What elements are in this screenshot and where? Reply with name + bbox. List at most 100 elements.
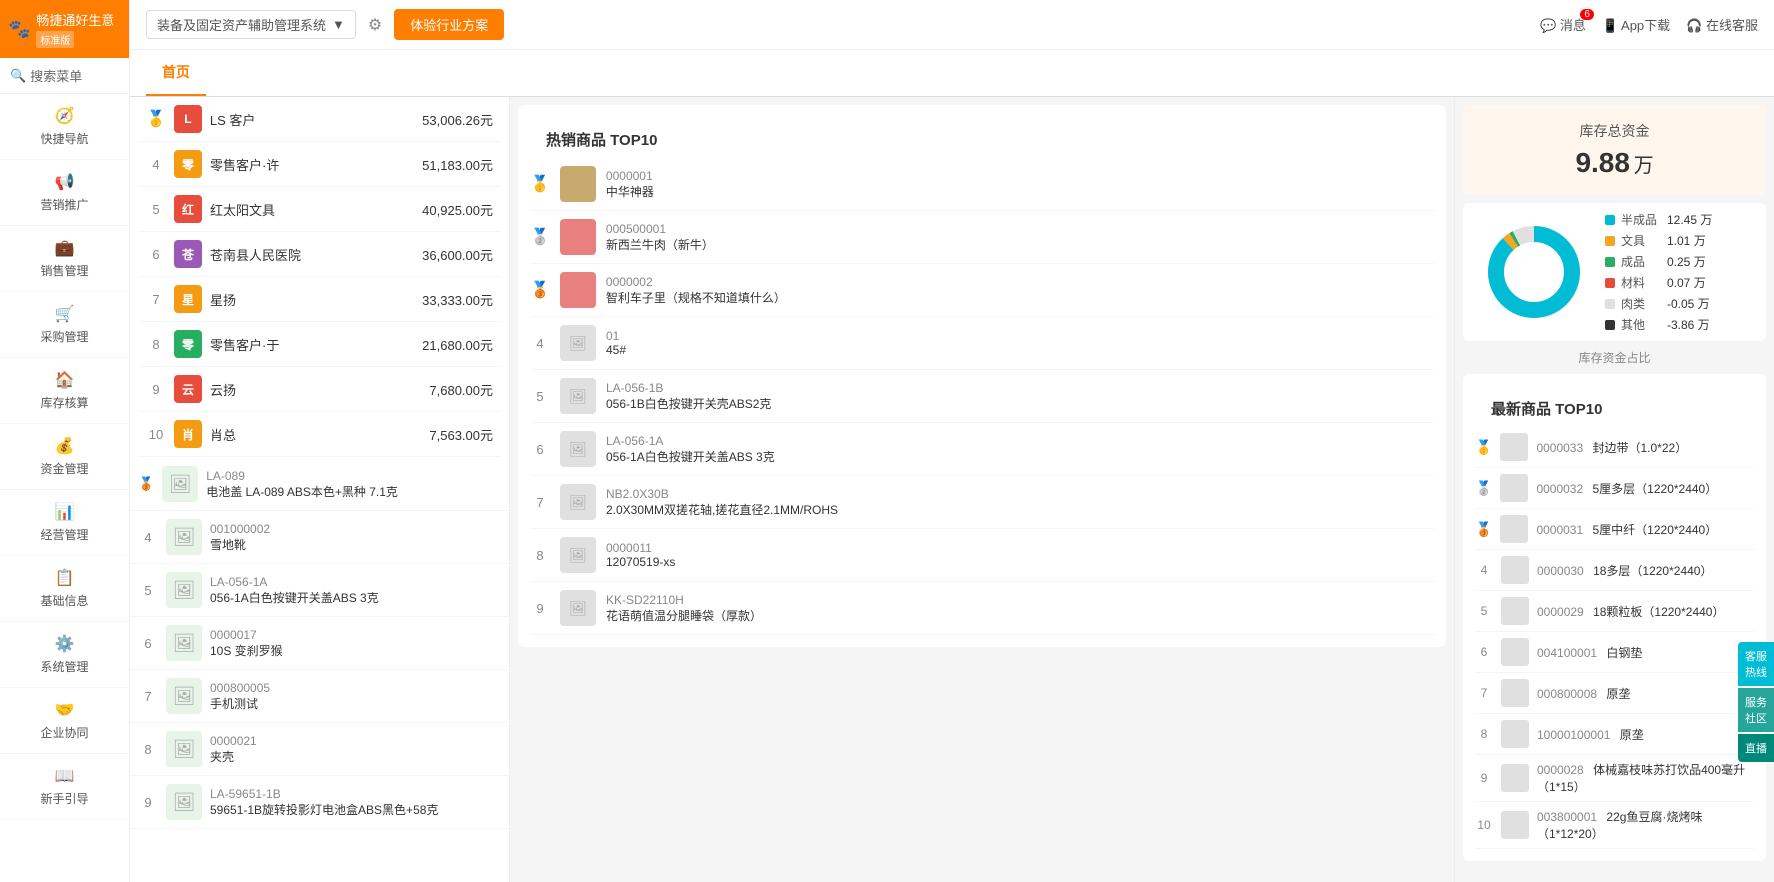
product-rank-item: 9 🖼 LA-59651-1B 59651-1B旋转投影灯电池盒ABS黑色+58… — [130, 776, 509, 829]
sidebar-item-inventory[interactable]: 🏠 库存核算 — [0, 358, 129, 424]
sidebar-item-label: 库存核算 — [40, 394, 88, 411]
new-product-item: 9 0000028 体械嘉枝味苏打饮品400毫升（1*15） — [1475, 755, 1754, 802]
sidebar-item-label: 销售管理 — [40, 262, 88, 279]
gear-icon[interactable]: ⚙ — [368, 15, 382, 35]
rank-number: 7 — [146, 292, 166, 307]
rank-number: 9 — [146, 382, 166, 397]
new-product-info: 0000028 体械嘉枝味苏打饮品400毫升（1*15） — [1537, 761, 1754, 795]
hot-product-item: 8 🖼 0000011 12070519-xs — [530, 529, 1434, 582]
customer-name: 云扬 — [210, 380, 421, 399]
sidebar-item-sales[interactable]: 💼 销售管理 — [0, 226, 129, 292]
customer-name: 肖总 — [210, 425, 421, 444]
panels: 🥇 L LS 客户 53,006.26元 4 零 零售客户·许 51,183.0… — [130, 97, 1774, 882]
new-product-code: 10000100001 — [1537, 728, 1610, 742]
legend-label: 肉类 — [1621, 295, 1661, 312]
hot-product-image — [560, 219, 596, 255]
legend-item: 半成品 12.45 万 — [1605, 211, 1712, 228]
customer-rank-item: 🥇 L LS 客户 53,006.26元 — [138, 97, 501, 142]
page-tabs: 首页 — [130, 50, 1774, 97]
sidebar-item-enterprise[interactable]: 🤝 企业协同 — [0, 688, 129, 754]
marketing-icon: 📢 — [55, 172, 75, 192]
hot-product-list: 🥇 0000001 中华神器 🥈 000500001 新西兰牛肉（新牛） 🥉 0… — [530, 158, 1434, 635]
new-product-code: 003800001 — [1537, 810, 1597, 824]
product-image-placeholder: 🖼 — [166, 625, 202, 661]
tab-home[interactable]: 首页 — [146, 50, 206, 96]
product-rank-item: 8 🖼 0000021 夹壳 — [130, 723, 509, 776]
message-badge[interactable]: 💬 消息 6 — [1540, 15, 1586, 34]
sidebar-item-label: 经营管理 — [40, 526, 88, 543]
floating-live[interactable]: 直播 — [1738, 734, 1774, 762]
legend-label: 半成品 — [1621, 211, 1661, 228]
message-count: 6 — [1580, 9, 1594, 20]
customer-avatar: 零 — [174, 150, 202, 178]
customer-amount: 7,680.00元 — [429, 380, 493, 399]
sidebar-item-basic-info[interactable]: 📋 基础信息 — [0, 556, 129, 622]
customer-name: 零售客户·许 — [210, 155, 414, 174]
new-product-info: 0000033 封边带（1.0*22） — [1536, 439, 1754, 456]
search-menu-button[interactable]: 🔍 搜索菜单 — [10, 66, 119, 85]
legend-item: 文具 1.01 万 — [1605, 232, 1712, 249]
hot-product-image: 🖼 — [560, 484, 596, 520]
sidebar-item-system[interactable]: ⚙️ 系统管理 — [0, 622, 129, 688]
sidebar-item-purchase[interactable]: 🛒 采购管理 — [0, 292, 129, 358]
customer-ranking-panel: 🥇 L LS 客户 53,006.26元 4 零 零售客户·许 51,183.0… — [130, 97, 510, 882]
sidebar-item-operations[interactable]: 📊 经营管理 — [0, 490, 129, 556]
phone-icon: 📱 — [1602, 18, 1618, 33]
rank-number: 5 — [138, 583, 158, 598]
customer-name: 星扬 — [210, 290, 414, 309]
customer-rank-item: 7 星 星扬 33,333.00元 — [138, 277, 501, 322]
new-product-image — [1500, 433, 1528, 461]
app-edition: 标准版 — [36, 31, 74, 48]
sidebar-item-finance[interactable]: 💰 资金管理 — [0, 424, 129, 490]
chevron-down-icon: ▼ — [332, 17, 345, 32]
tab-home-label: 首页 — [162, 64, 190, 80]
product-code: 001000002 — [210, 522, 501, 536]
sales-icon: 💼 — [55, 238, 75, 258]
hot-product-info: 000500001 新西兰牛肉（新牛） — [606, 222, 714, 253]
rank-number: 6 — [146, 247, 166, 262]
trial-button[interactable]: 体验行业方案 — [394, 9, 504, 40]
new-product-name: 5厘多层（1220*2440） — [1593, 482, 1718, 496]
online-service-link[interactable]: 🎧 在线客服 — [1686, 15, 1758, 34]
stock-title: 库存总资金 — [1479, 121, 1750, 141]
new-product-name: 5厘中纤（1220*2440） — [1593, 523, 1718, 537]
app-download-link[interactable]: 📱 App下载 — [1602, 15, 1670, 34]
hot-product-code: 0000001 — [606, 169, 654, 183]
rank-number: 5 — [146, 202, 166, 217]
bronze-medal-icon: 🥉 — [530, 280, 550, 300]
system-selector[interactable]: 装备及固定资产辅助管理系统 ▼ — [146, 10, 356, 39]
sidebar-search[interactable]: 🔍 搜索菜单 — [0, 58, 129, 94]
sidebar-nav: 🧭 快捷导航 📢 营销推广 💼 销售管理 🛒 采购管理 🏠 库存核算 💰 资金管… — [0, 94, 129, 820]
customer-rank-item: 10 肖 肖总 7,563.00元 — [138, 412, 501, 457]
customer-amount: 40,925.00元 — [422, 200, 493, 219]
customer-avatar: L — [174, 105, 202, 133]
product-image-placeholder: 🖼 — [166, 784, 202, 820]
new-product-name: 原垄 — [1620, 728, 1644, 742]
customer-rank-item: 6 苍 苍南县人民医院 36,600.00元 — [138, 232, 501, 277]
legend-value: 1.01 万 — [1667, 232, 1706, 249]
floating-service-community[interactable]: 服务社区 — [1738, 688, 1774, 732]
hot-product-item: 7 🖼 NB2.0X30B 2.0X30MM双搓花轴,搓花直径2.1MM/ROH… — [530, 476, 1434, 529]
right-panel: 库存总资金 9.88 万 — [1454, 97, 1774, 882]
hot-products-title: 热销商品 TOP10 — [530, 117, 1434, 158]
sidebar-item-guide[interactable]: 📖 新手引导 — [0, 754, 129, 820]
new-product-image — [1501, 679, 1529, 707]
hot-product-name: 056-1A白色按键开关盖ABS 3克 — [606, 448, 775, 465]
product-name: 夹壳 — [210, 748, 501, 765]
message-label: 消息 — [1560, 18, 1586, 33]
enterprise-icon: 🤝 — [55, 700, 75, 720]
floating-customer-service[interactable]: 客服热线 — [1738, 642, 1774, 686]
rank-number: 5 — [1475, 604, 1493, 618]
search-menu-label: 搜索菜单 — [30, 66, 82, 85]
rank-number: 9 — [1475, 771, 1493, 785]
customer-avatar: 红 — [174, 195, 202, 223]
hot-product-image: 🖼 — [560, 537, 596, 573]
sidebar-item-marketing[interactable]: 📢 营销推广 — [0, 160, 129, 226]
sidebar-item-quick-nav[interactable]: 🧭 快捷导航 — [0, 94, 129, 160]
hot-product-code: KK-SD22110H — [606, 593, 762, 607]
hot-product-name: 2.0X30MM双搓花轴,搓花直径2.1MM/ROHS — [606, 501, 838, 518]
customer-rank-item: 5 红 红太阳文具 40,925.00元 — [138, 187, 501, 232]
hot-product-code: 000500001 — [606, 222, 714, 236]
product-image-placeholder: 🖼 — [166, 519, 202, 555]
legend-value: -3.86 万 — [1667, 316, 1710, 333]
